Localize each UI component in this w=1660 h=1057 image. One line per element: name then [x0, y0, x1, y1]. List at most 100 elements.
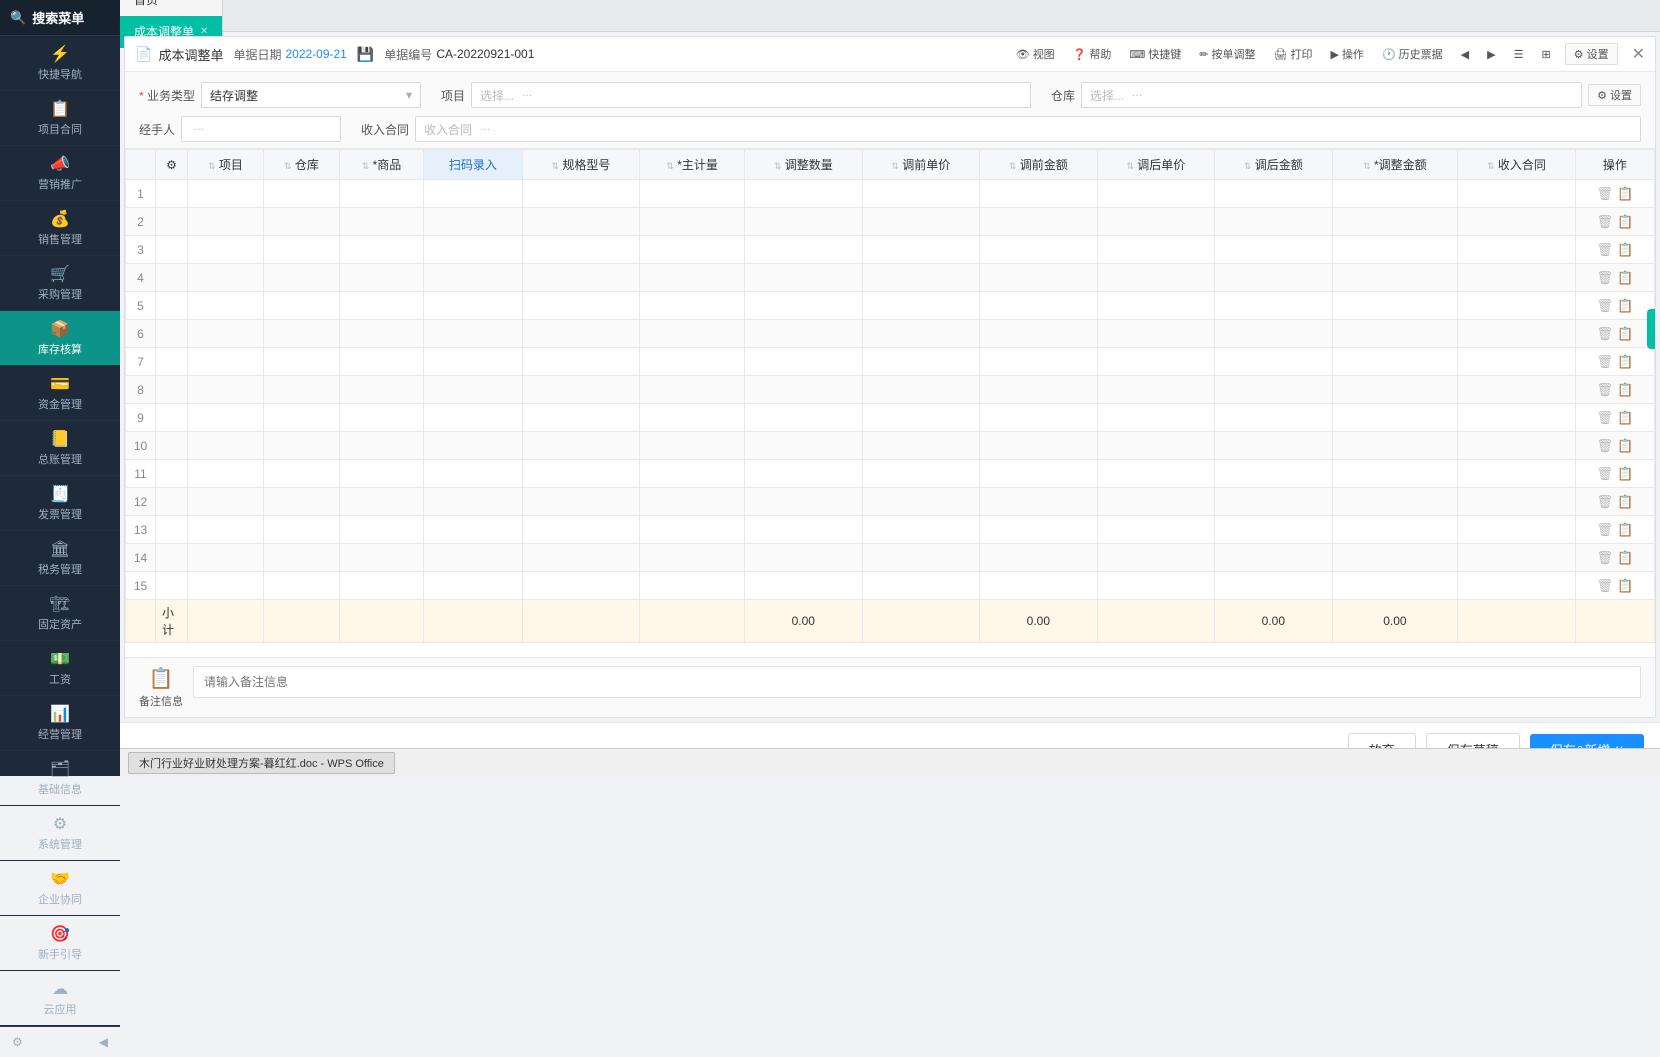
sort-warehouse-icon[interactable]: ⇅	[284, 161, 292, 171]
cell-warehouse[interactable]	[263, 516, 339, 544]
cell-unit[interactable]	[640, 264, 745, 292]
toolbar-btn-next[interactable]: ▶	[1481, 46, 1501, 63]
cell-spec[interactable]	[522, 348, 640, 376]
cell-revenue-contract[interactable]	[1458, 292, 1576, 320]
delete-icon[interactable]: 🗑	[1597, 242, 1614, 258]
cell-warehouse[interactable]	[263, 432, 339, 460]
toolbar-btn-shortcut[interactable]: ⌨快捷键	[1123, 44, 1187, 64]
cell-after-price[interactable]	[1097, 572, 1215, 600]
cell-action[interactable]: 🗑📋	[1575, 292, 1654, 320]
cell-warehouse[interactable]	[263, 544, 339, 572]
cell-revenue-contract[interactable]	[1458, 544, 1576, 572]
cell-revenue-contract[interactable]	[1458, 460, 1576, 488]
delete-icon[interactable]: 🗑	[1597, 466, 1614, 482]
cell-unit[interactable]	[640, 292, 745, 320]
sidebar-item-fixed-assets[interactable]: 🏗固定资产	[0, 586, 120, 641]
cell-before-price[interactable]	[862, 236, 980, 264]
copy-icon[interactable]: 📋	[1617, 298, 1633, 314]
delete-icon[interactable]: 🗑	[1597, 298, 1614, 314]
cell-settings[interactable]	[156, 292, 188, 320]
cell-after-price[interactable]	[1097, 460, 1215, 488]
cell-scan[interactable]	[424, 432, 523, 460]
cell-spec[interactable]	[522, 572, 640, 600]
cell-after-price[interactable]	[1097, 516, 1215, 544]
cell-before-price[interactable]	[862, 544, 980, 572]
cell-warehouse[interactable]	[263, 208, 339, 236]
cell-adjust-qty[interactable]	[745, 264, 863, 292]
cell-adjust-qty[interactable]	[745, 376, 863, 404]
cell-project[interactable]	[188, 544, 264, 572]
cell-action[interactable]: 🗑📋	[1575, 376, 1654, 404]
copy-icon[interactable]: 📋	[1617, 578, 1633, 594]
cell-after-amount[interactable]	[1215, 404, 1333, 432]
delete-icon[interactable]: 🗑	[1597, 186, 1614, 202]
cell-unit[interactable]	[640, 404, 745, 432]
sidebar-search[interactable]: 🔍 搜索菜单	[0, 0, 120, 36]
cell-unit[interactable]	[640, 320, 745, 348]
cell-adjust-qty[interactable]	[745, 180, 863, 208]
cell-after-price[interactable]	[1097, 404, 1215, 432]
cell-warehouse[interactable]	[263, 292, 339, 320]
cell-unit[interactable]	[640, 348, 745, 376]
cell-spec[interactable]	[522, 516, 640, 544]
cell-revenue-contract[interactable]	[1458, 236, 1576, 264]
cell-before-price[interactable]	[862, 208, 980, 236]
cell-after-amount[interactable]	[1215, 348, 1333, 376]
cell-before-price[interactable]	[862, 460, 980, 488]
cell-action[interactable]: 🗑📋	[1575, 572, 1654, 600]
cell-before-amount[interactable]	[980, 264, 1098, 292]
toolbar-btn-list-view[interactable]: ☰	[1508, 46, 1530, 63]
sort-project-icon[interactable]: ⇅	[208, 161, 216, 171]
cell-settings[interactable]	[156, 460, 188, 488]
cell-before-amount[interactable]	[980, 432, 1098, 460]
sidebar-item-inventory-calc[interactable]: 📦库存核算	[0, 311, 120, 366]
delete-icon[interactable]: 🗑	[1597, 494, 1614, 510]
cell-spec[interactable]	[522, 320, 640, 348]
cell-project[interactable]	[188, 292, 264, 320]
cell-adjust-qty[interactable]	[745, 348, 863, 376]
sidebar-item-corp-coop[interactable]: 🤝企业协同	[0, 861, 120, 916]
cell-goods[interactable]	[339, 236, 423, 264]
cell-revenue-contract[interactable]	[1458, 572, 1576, 600]
cell-project[interactable]	[188, 516, 264, 544]
col-settings-icon[interactable]: ⚙	[166, 158, 177, 172]
cell-after-amount[interactable]	[1215, 376, 1333, 404]
cell-before-price[interactable]	[862, 572, 980, 600]
cell-action[interactable]: 🗑📋	[1575, 432, 1654, 460]
cell-scan[interactable]	[424, 292, 523, 320]
cell-settings[interactable]	[156, 180, 188, 208]
cell-adjust-amount[interactable]	[1332, 488, 1458, 516]
cell-revenue-contract[interactable]	[1458, 404, 1576, 432]
cell-adjust-qty[interactable]	[745, 544, 863, 572]
sort-revenue-contract-icon[interactable]: ⇅	[1487, 161, 1495, 171]
cell-adjust-qty[interactable]	[745, 516, 863, 544]
cell-before-amount[interactable]	[980, 460, 1098, 488]
cell-revenue-contract[interactable]	[1458, 208, 1576, 236]
cell-before-price[interactable]	[862, 292, 980, 320]
cell-project[interactable]	[188, 320, 264, 348]
sidebar-item-sales-mgmt[interactable]: 💰销售管理	[0, 201, 120, 256]
delete-icon[interactable]: 🗑	[1597, 382, 1614, 398]
cell-after-amount[interactable]	[1215, 180, 1333, 208]
cell-project[interactable]	[188, 376, 264, 404]
sidebar-item-quick-nav[interactable]: ⚡快捷导航	[0, 36, 120, 91]
cell-before-price[interactable]	[862, 180, 980, 208]
cell-adjust-amount[interactable]	[1332, 320, 1458, 348]
cell-revenue-contract[interactable]	[1458, 348, 1576, 376]
cell-settings[interactable]	[156, 264, 188, 292]
cell-scan[interactable]	[424, 348, 523, 376]
sidebar-item-cloud-apps[interactable]: ☁云应用	[0, 971, 120, 1026]
cell-scan[interactable]	[424, 236, 523, 264]
cell-project[interactable]	[188, 432, 264, 460]
cell-after-price[interactable]	[1097, 376, 1215, 404]
sidebar-item-tax-mgmt[interactable]: 🏛税务管理	[0, 531, 120, 586]
cell-action[interactable]: 🗑📋	[1575, 544, 1654, 572]
cell-goods[interactable]	[339, 264, 423, 292]
cell-revenue-contract[interactable]	[1458, 516, 1576, 544]
cell-before-amount[interactable]	[980, 320, 1098, 348]
cell-warehouse[interactable]	[263, 376, 339, 404]
cell-after-price[interactable]	[1097, 320, 1215, 348]
cell-before-amount[interactable]	[980, 544, 1098, 572]
cell-after-price[interactable]	[1097, 432, 1215, 460]
cell-scan[interactable]	[424, 488, 523, 516]
